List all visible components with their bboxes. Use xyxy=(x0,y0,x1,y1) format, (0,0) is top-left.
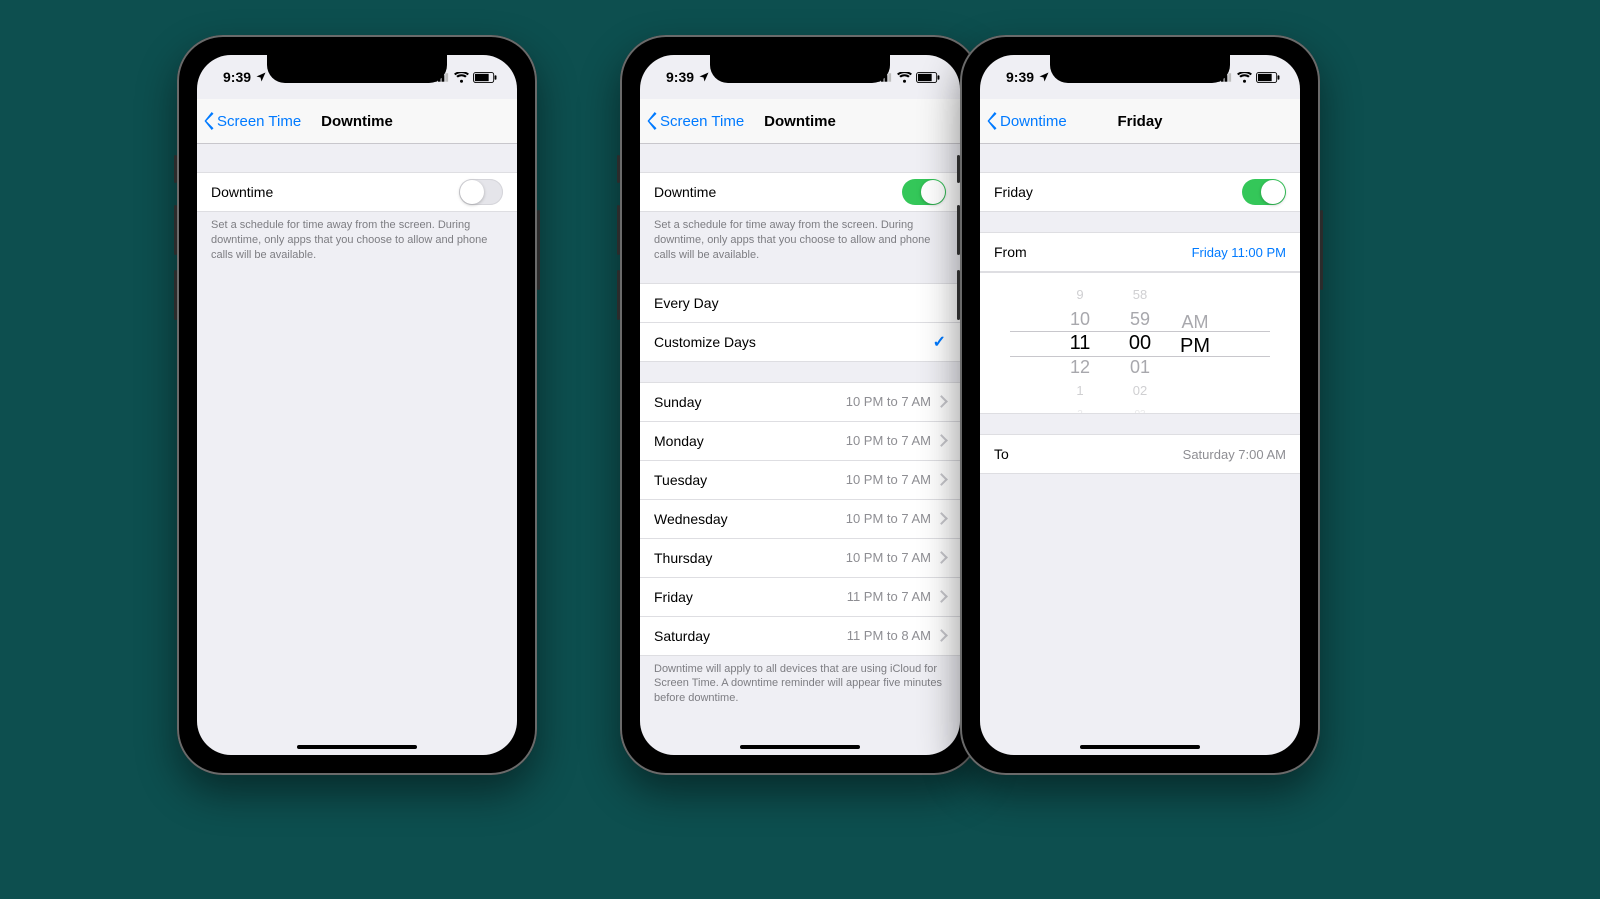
chevron-right-icon xyxy=(935,473,948,486)
wifi-icon xyxy=(897,72,912,83)
downtime-help: Set a schedule for time away from the sc… xyxy=(197,212,517,263)
home-indicator[interactable] xyxy=(297,745,417,749)
from-value: Friday 11:00 PM xyxy=(1192,245,1286,260)
day-range: 10 PM to 7 AM xyxy=(846,550,946,565)
day-name: Saturday xyxy=(654,628,710,644)
location-icon xyxy=(255,71,267,83)
location-icon xyxy=(1038,71,1050,83)
notch xyxy=(710,55,890,83)
day-row[interactable]: Saturday 11 PM to 8 AM xyxy=(640,617,960,656)
day-range: 10 PM to 7 AM xyxy=(846,433,946,448)
chevron-right-icon xyxy=(935,590,948,603)
day-row[interactable]: Thursday 10 PM to 7 AM xyxy=(640,539,960,578)
day-row[interactable]: Friday 11 PM to 7 AM xyxy=(640,578,960,617)
to-value: Saturday 7:00 AM xyxy=(1183,447,1286,462)
chevron-right-icon xyxy=(935,434,948,447)
chevron-left-icon xyxy=(986,112,998,130)
back-button[interactable]: Downtime xyxy=(980,112,1067,130)
device-3: 9:39 Downtime Friday Fri xyxy=(960,35,1320,775)
from-label: From xyxy=(994,244,1027,260)
nav-bar: Screen Time Downtime xyxy=(197,99,517,144)
downtime-toggle[interactable] xyxy=(459,179,503,205)
back-button[interactable]: Screen Time xyxy=(640,112,744,130)
day-row[interactable]: Monday 10 PM to 7 AM xyxy=(640,422,960,461)
back-label: Downtime xyxy=(1000,113,1067,130)
chevron-right-icon xyxy=(935,395,948,408)
notch xyxy=(267,55,447,83)
to-row[interactable]: To Saturday 7:00 AM xyxy=(980,434,1300,474)
day-range: 11 PM to 8 AM xyxy=(847,628,946,643)
day-row[interactable]: Wednesday 10 PM to 7 AM xyxy=(640,500,960,539)
downtime-toggle-label: Downtime xyxy=(654,184,716,200)
downtime-toggle-label: Downtime xyxy=(211,184,273,200)
status-time: 9:39 xyxy=(1006,69,1034,85)
downtime-help: Set a schedule for time away from the sc… xyxy=(640,212,960,263)
chevron-right-icon xyxy=(935,629,948,642)
location-icon xyxy=(698,71,710,83)
day-name: Monday xyxy=(654,433,704,449)
from-row[interactable]: From Friday 11:00 PM xyxy=(980,232,1300,272)
status-time: 9:39 xyxy=(223,69,251,85)
day-range: 11 PM to 7 AM xyxy=(847,589,946,604)
notch xyxy=(1050,55,1230,83)
picker-hour-wheel[interactable]: 8910111212 xyxy=(1050,273,1110,413)
downtime-toggle-row[interactable]: Downtime xyxy=(197,172,517,212)
home-indicator[interactable] xyxy=(740,745,860,749)
device-1: 9:39 Screen Time Downtime xyxy=(177,35,537,775)
mode-customize-row[interactable]: Customize Days ✓ xyxy=(640,323,960,362)
device-2: 9:39 Screen Time Downtime xyxy=(620,35,980,775)
day-range: 10 PM to 7 AM xyxy=(846,472,946,487)
battery-icon xyxy=(916,72,940,83)
nav-bar: Downtime Friday xyxy=(980,99,1300,144)
day-name: Thursday xyxy=(654,550,712,566)
day-range: 10 PM to 7 AM xyxy=(846,394,946,409)
mode-every-day-row[interactable]: Every Day xyxy=(640,283,960,323)
picker-ampm-wheel[interactable]: AMPM xyxy=(1165,273,1225,413)
day-range: 10 PM to 7 AM xyxy=(846,511,946,526)
back-label: Screen Time xyxy=(660,113,744,130)
friday-toggle-label: Friday xyxy=(994,184,1033,200)
day-name: Sunday xyxy=(654,394,701,410)
battery-icon xyxy=(473,72,497,83)
chevron-left-icon xyxy=(646,112,658,130)
friday-toggle[interactable] xyxy=(1242,179,1286,205)
day-name: Wednesday xyxy=(654,511,728,527)
day-name: Friday xyxy=(654,589,693,605)
battery-icon xyxy=(1256,72,1280,83)
chevron-left-icon xyxy=(203,112,215,130)
checkmark-icon: ✓ xyxy=(933,332,946,352)
time-picker[interactable]: 8910111212 57585900010203 AMPM xyxy=(980,272,1300,414)
home-indicator[interactable] xyxy=(1080,745,1200,749)
friday-toggle-row[interactable]: Friday xyxy=(980,172,1300,212)
back-label: Screen Time xyxy=(217,113,301,130)
status-time: 9:39 xyxy=(666,69,694,85)
back-button[interactable]: Screen Time xyxy=(197,112,301,130)
day-row[interactable]: Sunday 10 PM to 7 AM xyxy=(640,382,960,422)
picker-minute-wheel[interactable]: 57585900010203 xyxy=(1110,273,1170,413)
wifi-icon xyxy=(454,72,469,83)
wifi-icon xyxy=(1237,72,1252,83)
chevron-right-icon xyxy=(935,551,948,564)
mode-customize-label: Customize Days xyxy=(654,334,756,350)
downtime-toggle-row[interactable]: Downtime xyxy=(640,172,960,212)
downtime-footer: Downtime will apply to all devices that … xyxy=(640,656,960,707)
mode-every-day-label: Every Day xyxy=(654,295,719,311)
to-label: To xyxy=(994,446,1009,462)
nav-bar: Screen Time Downtime xyxy=(640,99,960,144)
day-name: Tuesday xyxy=(654,472,707,488)
downtime-toggle[interactable] xyxy=(902,179,946,205)
day-row[interactable]: Tuesday 10 PM to 7 AM xyxy=(640,461,960,500)
chevron-right-icon xyxy=(935,512,948,525)
